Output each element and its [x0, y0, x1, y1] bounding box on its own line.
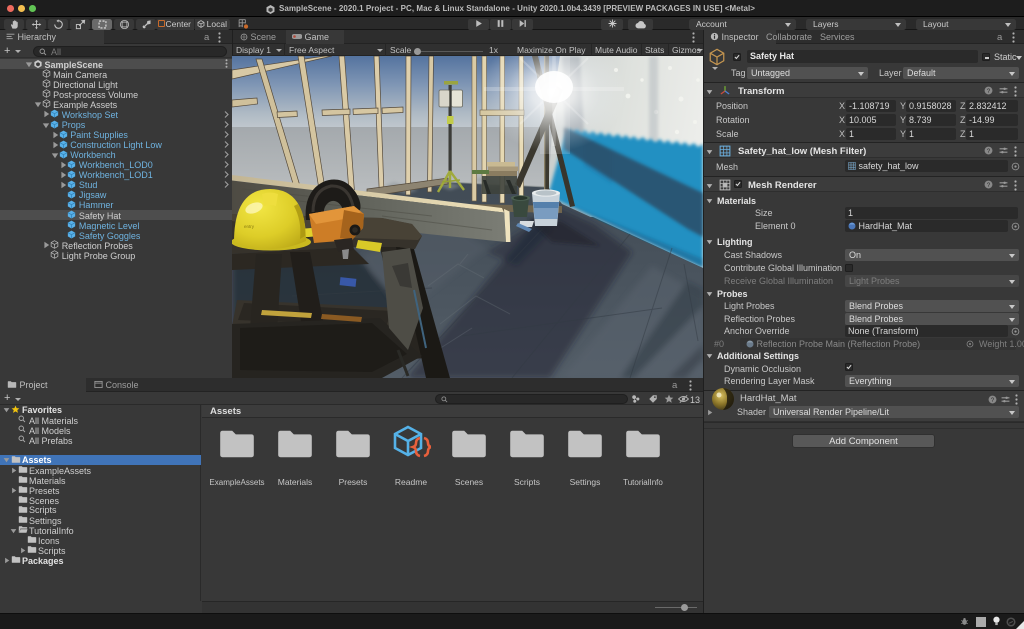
svg-text:?: ?: [987, 88, 991, 95]
svg-text:?: ?: [987, 182, 991, 189]
svg-text:?: ?: [991, 397, 995, 404]
svg-text:?: ?: [987, 148, 991, 155]
svg-text:entry: entry: [244, 224, 255, 229]
